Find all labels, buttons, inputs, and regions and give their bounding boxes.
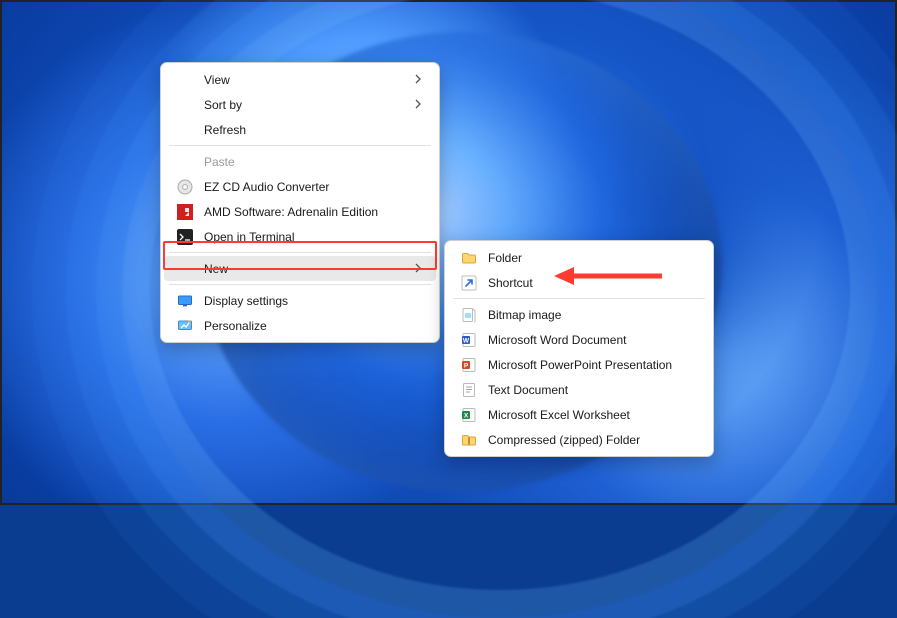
sub-item-bitmap[interactable]: Bitmap image	[448, 302, 710, 327]
display-icon	[176, 292, 194, 310]
menu-label: Personalize	[204, 319, 422, 333]
menu-label: Display settings	[204, 294, 422, 308]
menu-label: Folder	[488, 251, 696, 265]
amd-icon	[176, 203, 194, 221]
menu-label: Sort by	[204, 98, 391, 112]
menu-label: Microsoft PowerPoint Presentation	[488, 358, 696, 372]
menu-label: Text Document	[488, 383, 696, 397]
menu-separator	[169, 145, 431, 146]
text-file-icon	[460, 381, 478, 399]
sub-item-folder[interactable]: Folder	[448, 245, 710, 270]
menu-label: Shortcut	[488, 276, 696, 290]
menu-item-ez-cd[interactable]: EZ CD Audio Converter	[164, 174, 436, 199]
chevron-right-icon	[415, 73, 422, 87]
blank-icon	[176, 71, 194, 89]
menu-label: Refresh	[204, 123, 422, 137]
sub-item-word[interactable]: W Microsoft Word Document	[448, 327, 710, 352]
menu-label: Open in Terminal	[204, 230, 422, 244]
svg-text:X: X	[464, 412, 469, 419]
menu-item-paste: Paste	[164, 149, 436, 174]
sub-item-shortcut[interactable]: Shortcut	[448, 270, 710, 295]
menu-label: Bitmap image	[488, 308, 696, 322]
menu-item-sort-by[interactable]: Sort by	[164, 92, 436, 117]
svg-text:W: W	[463, 337, 470, 344]
chevron-right-icon	[415, 98, 422, 112]
blank-icon	[176, 260, 194, 278]
menu-item-new[interactable]: New	[164, 256, 436, 281]
desktop-context-menu: View Sort by Refresh Paste EZ CD Audio C…	[160, 62, 440, 343]
word-icon: W	[460, 331, 478, 349]
blank-icon	[176, 121, 194, 139]
terminal-icon	[176, 228, 194, 246]
shortcut-icon	[460, 274, 478, 292]
folder-icon	[460, 249, 478, 267]
menu-label: Compressed (zipped) Folder	[488, 433, 696, 447]
menu-separator	[169, 284, 431, 285]
menu-separator	[453, 298, 705, 299]
sub-item-text[interactable]: Text Document	[448, 377, 710, 402]
sub-item-powerpoint[interactable]: P Microsoft PowerPoint Presentation	[448, 352, 710, 377]
menu-label: Microsoft Word Document	[488, 333, 696, 347]
menu-label: EZ CD Audio Converter	[204, 180, 422, 194]
excel-icon: X	[460, 406, 478, 424]
disc-icon	[176, 178, 194, 196]
menu-separator	[169, 252, 431, 253]
blank-icon	[176, 153, 194, 171]
menu-label: View	[204, 73, 391, 87]
menu-label: Paste	[204, 155, 422, 169]
zip-folder-icon	[460, 431, 478, 449]
menu-item-amd[interactable]: AMD Software: Adrenalin Edition	[164, 199, 436, 224]
chevron-right-icon	[415, 262, 422, 276]
sub-item-excel[interactable]: X Microsoft Excel Worksheet	[448, 402, 710, 427]
menu-label: New	[204, 262, 391, 276]
personalize-icon	[176, 317, 194, 335]
bitmap-icon	[460, 306, 478, 324]
sub-item-zip[interactable]: Compressed (zipped) Folder	[448, 427, 710, 452]
menu-item-terminal[interactable]: Open in Terminal	[164, 224, 436, 249]
menu-item-refresh[interactable]: Refresh	[164, 117, 436, 142]
menu-label: Microsoft Excel Worksheet	[488, 408, 696, 422]
menu-item-personalize[interactable]: Personalize	[164, 313, 436, 338]
svg-text:P: P	[464, 362, 469, 369]
menu-label: AMD Software: Adrenalin Edition	[204, 205, 422, 219]
menu-item-view[interactable]: View	[164, 67, 436, 92]
menu-item-display-settings[interactable]: Display settings	[164, 288, 436, 313]
blank-icon	[176, 96, 194, 114]
new-submenu: Folder Shortcut Bitmap image W Microsoft…	[444, 240, 714, 457]
powerpoint-icon: P	[460, 356, 478, 374]
